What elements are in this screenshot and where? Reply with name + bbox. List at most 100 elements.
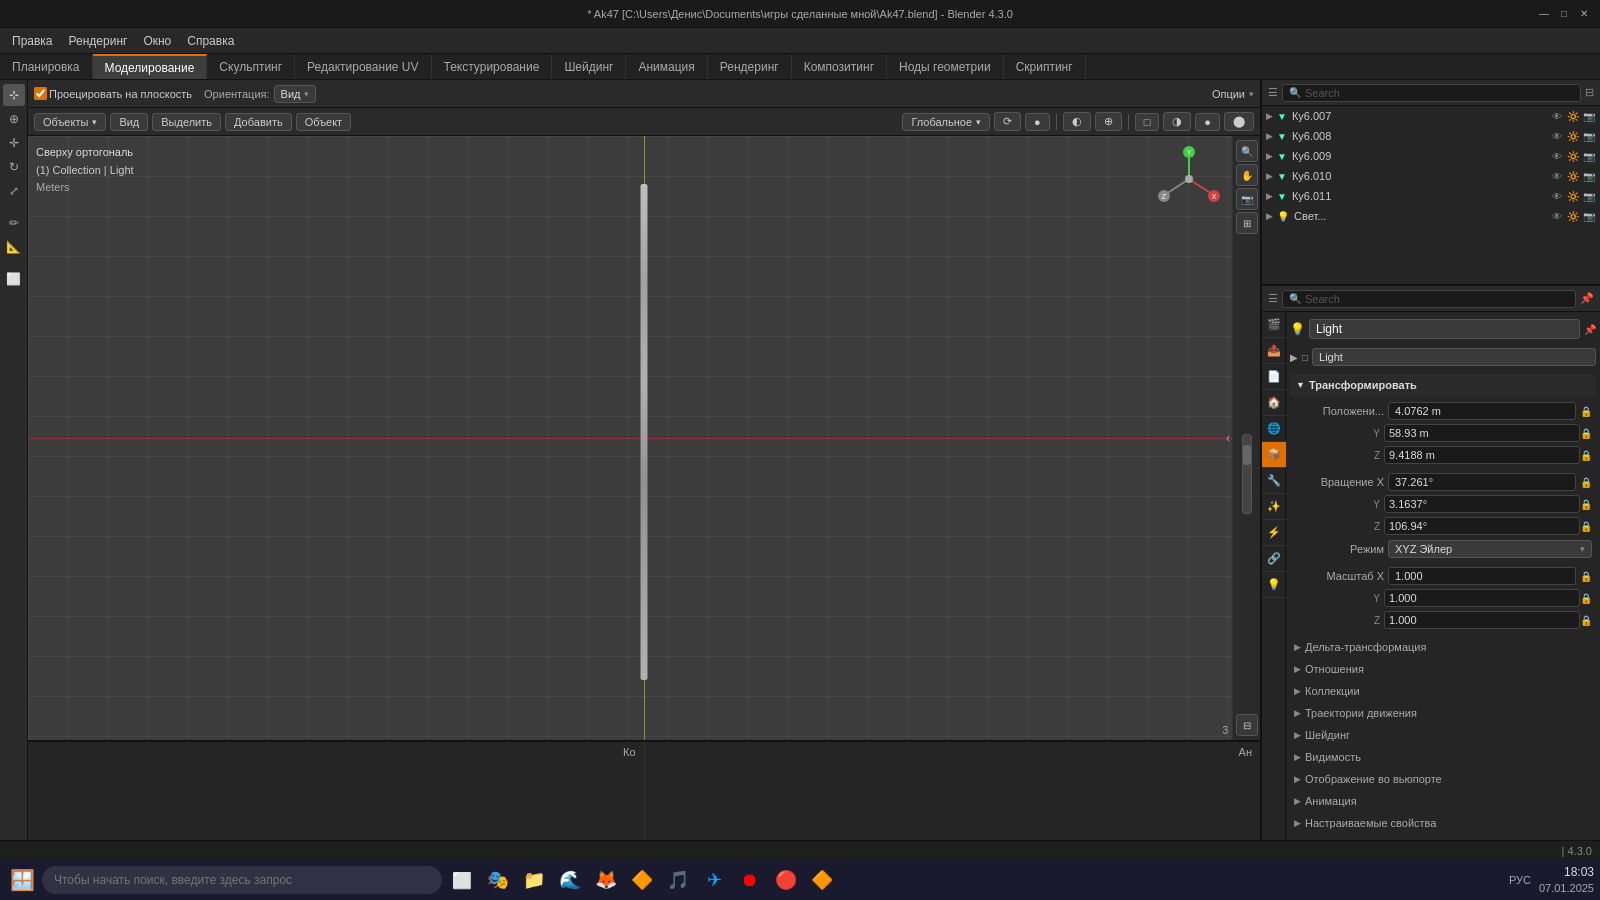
outliner-search-box[interactable]: 🔍 Search — [1282, 84, 1581, 102]
display-mode[interactable]: □ — [1135, 113, 1160, 131]
relations-section[interactable]: ▶ Отношения — [1290, 658, 1596, 680]
select-menu[interactable]: Выделить — [152, 113, 221, 131]
tool-measure[interactable]: 📐 — [3, 236, 25, 258]
shading-btn[interactable]: ⊕ — [1095, 112, 1122, 131]
prop-tab-output[interactable]: 📤 — [1262, 338, 1286, 364]
prop-tab-object[interactable]: 📦 — [1262, 442, 1286, 468]
tab-layout[interactable]: Планировка — [0, 54, 93, 79]
tab-sculpting[interactable]: Скульптинг — [207, 54, 295, 79]
ku010-cam[interactable]: 📷 — [1582, 169, 1596, 183]
motion-paths-section[interactable]: ▶ Траектории движения — [1290, 702, 1596, 724]
taskbar-blender2[interactable]: 🔶 — [806, 864, 838, 896]
taskbar-search[interactable] — [42, 866, 442, 894]
menu-help[interactable]: Справка — [179, 32, 242, 50]
ku010-light[interactable]: 🔆 — [1566, 169, 1580, 183]
tool-scale[interactable]: ⤢ — [3, 180, 25, 202]
shading-section[interactable]: ▶ Шейдинг — [1290, 724, 1596, 746]
tool-add[interactable]: ⬜ — [3, 268, 25, 290]
vp-grid[interactable]: ⊞ — [1236, 212, 1258, 234]
ku009-light[interactable]: 🔆 — [1566, 149, 1580, 163]
outliner-row-ku008[interactable]: ▶ ▼ Ку6.008 👁 🔆 📷 — [1262, 126, 1600, 146]
display-mode3[interactable]: ● — [1195, 113, 1220, 131]
taskbar-app4[interactable]: 🎵 — [662, 864, 694, 896]
taskbar-edge[interactable]: 🌊 — [554, 864, 586, 896]
tab-modeling[interactable]: Моделирование — [93, 54, 208, 79]
taskbar-app6[interactable]: 🔴 — [770, 864, 802, 896]
ku009-vis[interactable]: 👁 — [1550, 149, 1564, 163]
snap-btn[interactable]: ⟳ — [994, 112, 1021, 131]
global-mode[interactable]: Глобальное ▾ — [902, 113, 990, 131]
prop-tab-view[interactable]: 📄 — [1262, 364, 1286, 390]
ku009-cam[interactable]: 📷 — [1582, 149, 1596, 163]
taskbar-app2[interactable]: 📁 — [518, 864, 550, 896]
view-menu[interactable]: Вид — [110, 113, 148, 131]
menu-edit[interactable]: Правка — [4, 32, 61, 50]
ku007-vis[interactable]: 👁 — [1550, 109, 1564, 123]
pos-x-field[interactable]: 4.0762 m — [1388, 402, 1576, 420]
rot-y-lock[interactable]: 🔒 — [1580, 499, 1592, 510]
rot-x-field[interactable]: 37.261° — [1388, 473, 1576, 491]
rot-z-field[interactable]: 106.94° — [1384, 517, 1580, 535]
light-name-field[interactable]: Light — [1309, 319, 1580, 339]
mode-dropdown[interactable]: XYZ Эйлер ▾ — [1388, 540, 1592, 558]
visibility-section[interactable]: ▶ Видимость — [1290, 746, 1596, 768]
tab-uv[interactable]: Редактирование UV — [295, 54, 431, 79]
ku008-cam[interactable]: 📷 — [1582, 129, 1596, 143]
tool-select[interactable]: ⊹ — [3, 84, 25, 106]
vp-scrollbar[interactable] — [1242, 434, 1252, 514]
start-button[interactable]: 🪟 — [6, 864, 38, 896]
outliner-row-ku009[interactable]: ▶ ▼ Ку6.009 👁 🔆 📷 — [1262, 146, 1600, 166]
rot-y-field[interactable]: 3.1637° — [1384, 495, 1580, 513]
tab-shading[interactable]: Шейдинг — [552, 54, 626, 79]
rot-z-lock[interactable]: 🔒 — [1580, 521, 1592, 532]
prop-tab-render[interactable]: 🎬 — [1262, 312, 1286, 338]
ku007-cam[interactable]: 📷 — [1582, 109, 1596, 123]
project-plane-checkbox[interactable] — [34, 87, 47, 100]
light-light[interactable]: 🔆 — [1566, 209, 1580, 223]
ku008-vis[interactable]: 👁 — [1550, 129, 1564, 143]
outliner-filter-icon[interactable]: ☰ — [1268, 86, 1278, 99]
outliner-row-light[interactable]: ▶ 💡 Свет... 👁 🔆 📷 — [1262, 206, 1600, 226]
pos-z-lock[interactable]: 🔒 — [1580, 450, 1592, 461]
scale-x-field[interactable]: 1.000 — [1388, 567, 1576, 585]
tab-compositing[interactable]: Композитинг — [792, 54, 887, 79]
delta-section[interactable]: ▶ Дельта-трансформация — [1290, 636, 1596, 658]
panel-collapse-left[interactable]: ‹ — [1226, 431, 1230, 445]
prop-tab-particles[interactable]: ✨ — [1262, 494, 1286, 520]
pos-z-field[interactable]: 9.4188 m — [1384, 446, 1580, 464]
tool-rotate[interactable]: ↻ — [3, 156, 25, 178]
display-mode2[interactable]: ◑ — [1163, 112, 1191, 131]
tab-animation[interactable]: Анимация — [626, 54, 707, 79]
overlay-btn[interactable]: ◐ — [1063, 112, 1091, 131]
prop-tab-scene[interactable]: 🏠 — [1262, 390, 1286, 416]
tab-texturing[interactable]: Текстурирование — [432, 54, 553, 79]
light-vis[interactable]: 👁 — [1550, 209, 1564, 223]
ku007-light[interactable]: 🔆 — [1566, 109, 1580, 123]
vp-zoom-in[interactable]: 🔍 — [1236, 140, 1258, 162]
light-pin[interactable]: 📌 — [1584, 324, 1596, 335]
light-data-field[interactable]: Light — [1312, 348, 1596, 366]
scale-z-lock[interactable]: 🔒 — [1580, 615, 1592, 626]
menu-render[interactable]: Рендеринг — [61, 32, 136, 50]
tool-annotate[interactable]: ✏ — [3, 212, 25, 234]
prop-tab-constraint[interactable]: 🔗 — [1262, 546, 1286, 572]
tab-geometry-nodes[interactable]: Ноды геометрии — [887, 54, 1004, 79]
tool-move[interactable]: ✛ — [3, 132, 25, 154]
scale-y-lock[interactable]: 🔒 — [1580, 593, 1592, 604]
prop-pin-icon[interactable]: 📌 — [1580, 292, 1594, 305]
tab-rendering[interactable]: Рендеринг — [708, 54, 792, 79]
object-menu[interactable]: Объекты ▾ — [34, 113, 106, 131]
menu-window[interactable]: Окно — [135, 32, 179, 50]
taskbar-taskview[interactable]: ⬜ — [446, 864, 478, 896]
vp-expand[interactable]: ⊟ — [1236, 714, 1258, 736]
scale-y-field[interactable]: 1.000 — [1384, 589, 1580, 607]
prop-tab-physics[interactable]: ⚡ — [1262, 520, 1286, 546]
minimize-button[interactable]: — — [1536, 6, 1552, 22]
add-menu[interactable]: Добавить — [225, 113, 292, 131]
display-mode4[interactable]: ⬤ — [1224, 112, 1254, 131]
object-menu2[interactable]: Объект — [296, 113, 351, 131]
light-cam[interactable]: 📷 — [1582, 209, 1596, 223]
vp-camera[interactable]: 📷 — [1236, 188, 1258, 210]
animation-section[interactable]: ▶ Анимация — [1290, 790, 1596, 812]
outliner-row-ku010[interactable]: ▶ ▼ Ку6.010 👁 🔆 📷 — [1262, 166, 1600, 186]
